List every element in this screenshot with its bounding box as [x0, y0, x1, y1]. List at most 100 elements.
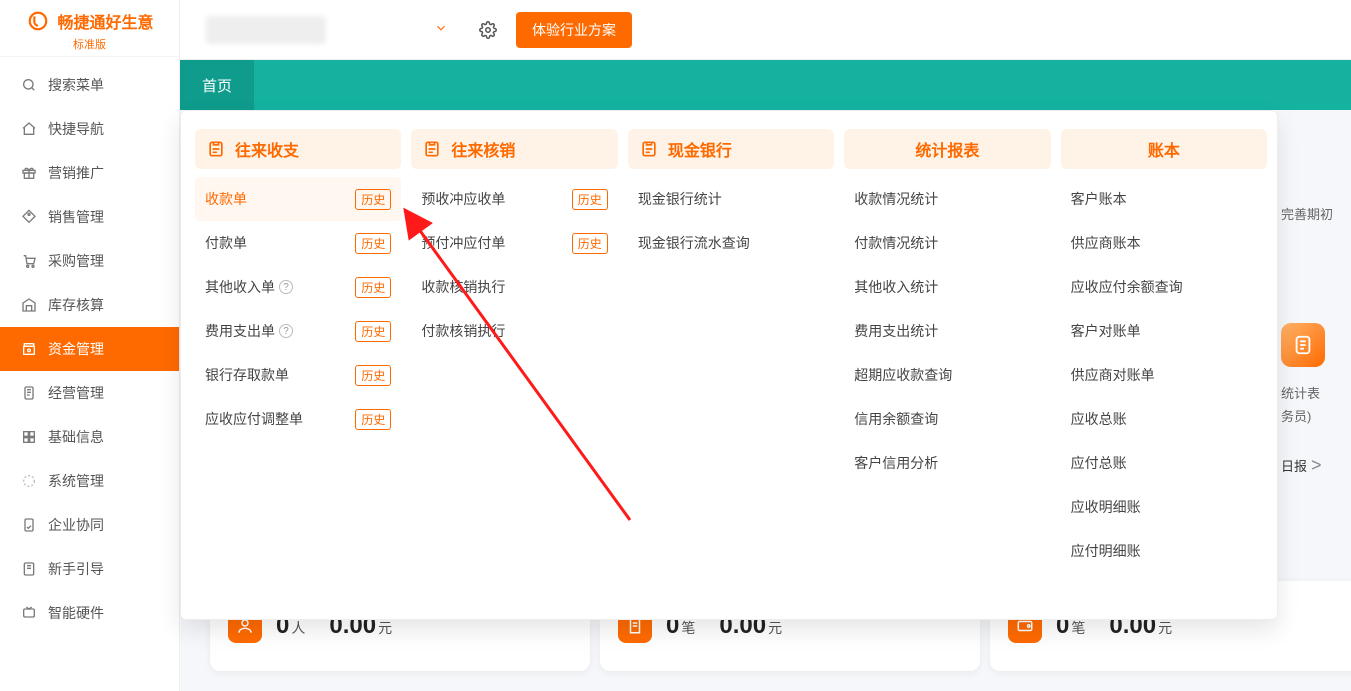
rail-text-staff[interactable]: 务员) [1281, 404, 1351, 427]
home-icon [20, 120, 38, 138]
mega-menu-item[interactable]: 费用支出单?历史 [195, 309, 401, 353]
mega-menu-item-label: 供应商账本 [1071, 233, 1141, 253]
mega-menu-item[interactable]: 应付总账 [1061, 441, 1267, 485]
mega-menu-item[interactable]: 客户对账单 [1061, 309, 1267, 353]
cart-icon [20, 252, 38, 270]
mega-menu-item[interactable]: 超期应收款查询 [844, 353, 1050, 397]
mega-menu-item-label: 其他收入单? [205, 277, 293, 297]
sidebar-item-label: 新手引导 [48, 559, 104, 579]
mega-column-header: 现金银行 [628, 129, 834, 169]
mega-menu-item[interactable]: 供应商账本 [1061, 221, 1267, 265]
history-button[interactable]: 历史 [572, 189, 608, 210]
right-rail-2: 统计表 务员) [1281, 315, 1351, 427]
sidebar-item-label: 采购管理 [48, 251, 104, 271]
mega-menu-item[interactable]: 预付冲应付单 历史 [411, 221, 617, 265]
mega-menu-item[interactable]: 应收应付调整单 历史 [195, 397, 401, 441]
sidebar-item-label: 搜索菜单 [48, 75, 104, 95]
brand: 畅捷通好生意 标准版 [0, 0, 179, 57]
funds-mega-menu: 往来收支收款单历史付款单历史其他收入单?历史费用支出单?历史银行存取款单历史应收… [180, 110, 1278, 620]
sidebar-item-inventory[interactable]: 库存核算 [0, 283, 179, 327]
sidebar-item-quicknav[interactable]: 快捷导航 [0, 107, 179, 151]
mega-menu-item[interactable]: 应收应付余额查询 [1061, 265, 1267, 309]
mega-menu-item-label: 收款情况统计 [854, 189, 938, 209]
mega-menu-item-label: 付款情况统计 [854, 233, 938, 253]
tenant-name-redacted [206, 16, 326, 44]
mega-menu-item[interactable]: 应收明细账 [1061, 485, 1267, 529]
rail-link-daily[interactable]: 日报> [1281, 459, 1322, 474]
help-icon[interactable]: ? [279, 324, 293, 338]
mega-menu-item[interactable]: 费用支出统计 [844, 309, 1050, 353]
sidebar-item-label: 库存核算 [48, 295, 104, 315]
sidebar-item-hardware[interactable]: 智能硬件 [0, 591, 179, 635]
mega-column: 往来收支收款单历史付款单历史其他收入单?历史费用支出单?历史银行存取款单历史应收… [195, 129, 401, 601]
mega-menu-item-label: 应收应付调整单 [205, 409, 303, 429]
sidebar-item-basicinfo[interactable]: 基础信息 [0, 415, 179, 459]
history-button[interactable]: 历史 [572, 233, 608, 254]
report-icon[interactable] [1281, 323, 1325, 367]
mega-menu-item[interactable]: 付款情况统计 [844, 221, 1050, 265]
search-icon [20, 76, 38, 94]
history-button[interactable]: 历史 [355, 277, 391, 298]
sidebar-item-collab[interactable]: 企业协同 [0, 503, 179, 547]
sidebar-item-marketing[interactable]: 营销推广 [0, 151, 179, 195]
mega-menu-item[interactable]: 其他收入单? 历史 [195, 265, 401, 309]
sidebar-item-funds[interactable]: 资金管理 [0, 327, 179, 371]
sidebar-item-sales[interactable]: 销售管理 [0, 195, 179, 239]
brand-subtitle: 标准版 [73, 36, 106, 52]
settings-button[interactable] [474, 16, 502, 44]
sidebar-item-operations[interactable]: 经营管理 [0, 371, 179, 415]
sidebar-item-label: 基础信息 [48, 427, 104, 447]
mega-menu-item-label: 预付冲应付单 [421, 233, 505, 253]
sidebar-item-system[interactable]: 系统管理 [0, 459, 179, 503]
sidebar-item-guide[interactable]: 新手引导 [0, 547, 179, 591]
history-button[interactable]: 历史 [355, 365, 391, 386]
mega-menu-item[interactable]: 现金银行流水查询 [628, 221, 834, 265]
history-button[interactable]: 历史 [355, 189, 391, 210]
mega-column-header: 账本 [1061, 129, 1267, 169]
mega-column-title: 统计报表 [915, 137, 979, 161]
mega-menu-item-label: 现金银行流水查询 [638, 233, 750, 253]
rail-text-setup[interactable]: 完善期初 [1281, 202, 1351, 225]
sidebar-item-label: 营销推广 [48, 163, 104, 183]
mega-column-header: 统计报表 [844, 129, 1050, 169]
mega-menu-item[interactable]: 供应商对账单 [1061, 353, 1267, 397]
mega-menu-item[interactable]: 应收总账 [1061, 397, 1267, 441]
mega-column: 统计报表收款情况统计付款情况统计其他收入统计费用支出统计超期应收款查询信用余额查… [844, 129, 1050, 601]
mega-menu-item-label: 应收明细账 [1071, 497, 1141, 517]
mega-menu-item[interactable]: 信用余额查询 [844, 397, 1050, 441]
tab-home[interactable]: 首页 [180, 60, 254, 110]
mega-menu-item[interactable]: 现金银行统计 [628, 177, 834, 221]
wallet-icon [20, 340, 38, 358]
history-button[interactable]: 历史 [355, 321, 391, 342]
document-icon [205, 138, 227, 160]
mega-menu-item[interactable]: 客户信用分析 [844, 441, 1050, 485]
rail-text-stats[interactable]: 统计表 [1281, 381, 1351, 404]
bc3-count-unit: 笔 [1071, 620, 1085, 636]
trial-scheme-button[interactable]: 体验行业方案 [516, 12, 632, 48]
mega-menu-item[interactable]: 应付明细账 [1061, 529, 1267, 573]
help-icon[interactable]: ? [279, 280, 293, 294]
mega-menu-item-label: 付款核销执行 [421, 321, 505, 341]
history-button[interactable]: 历史 [355, 233, 391, 254]
mega-menu-item[interactable]: 其他收入统计 [844, 265, 1050, 309]
sidebar-item-purchase[interactable]: 采购管理 [0, 239, 179, 283]
mega-menu-item[interactable]: 付款单历史 [195, 221, 401, 265]
topbar: 体验行业方案 [180, 0, 1351, 60]
mega-menu-item[interactable]: 预收冲应收单历史 [411, 177, 617, 221]
chevron-down-icon [434, 21, 448, 38]
history-button[interactable]: 历史 [355, 409, 391, 430]
mega-menu-item[interactable]: 收款单历史 [195, 177, 401, 221]
mega-menu-item[interactable]: 银行存取款单历史 [195, 353, 401, 397]
mega-menu-item-label: 现金银行统计 [638, 189, 722, 209]
mega-menu-item[interactable]: 收款核销执行 [411, 265, 617, 309]
warehouse-icon [20, 296, 38, 314]
right-rail-3: 日报> [1281, 455, 1351, 476]
tenant-select[interactable] [200, 10, 460, 50]
guide-icon [20, 560, 38, 578]
mega-menu-item-label: 应付总账 [1071, 453, 1127, 473]
mega-menu-item[interactable]: 客户账本 [1061, 177, 1267, 221]
sidebar-item-search[interactable]: 搜索菜单 [0, 63, 179, 107]
mega-menu-item[interactable]: 收款情况统计 [844, 177, 1050, 221]
mega-menu-item[interactable]: 付款核销执行 [411, 309, 617, 353]
bc2-amount-unit: 元 [768, 620, 782, 636]
